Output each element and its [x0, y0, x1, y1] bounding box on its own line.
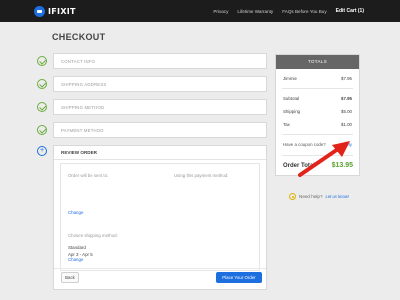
logo-text: IFIXIT — [48, 6, 76, 16]
check-icon — [37, 79, 47, 89]
review-order-header: REVIEW ORDER — [54, 146, 266, 160]
step-label: PAYMENT METHOD — [61, 128, 104, 133]
cart-item-name: Jimmie — [283, 76, 297, 81]
shipping-method-label: Chosen shipping method: — [68, 233, 118, 238]
nav-link-lifetime-warranty[interactable]: Lifetime Warranty — [237, 9, 273, 14]
nav-link-privacy[interactable]: Privacy — [213, 9, 228, 14]
top-navigation-bar: IFIXIT Privacy Lifetime Warranty FAQs Be… — [0, 0, 400, 22]
divider — [282, 134, 353, 135]
step-contact-info[interactable]: CONTACT INFO — [53, 53, 267, 69]
ifixit-logo[interactable]: IFIXIT — [34, 5, 76, 17]
plus-icon: + — [37, 146, 47, 156]
review-order-title: REVIEW ORDER — [61, 150, 97, 155]
subtotal-value: $7.95 — [341, 96, 352, 101]
ifixit-logo-icon — [34, 5, 45, 17]
step-payment-method[interactable]: PAYMENT METHOD — [53, 122, 267, 138]
step-label: CONTACT INFO — [61, 59, 96, 64]
back-button[interactable]: Back — [61, 272, 79, 283]
nav-link-faqs[interactable]: FAQs Before You Buy — [282, 9, 326, 14]
need-help-label: Need help? — [299, 194, 323, 199]
check-icon — [37, 56, 47, 66]
step-shipping-method[interactable]: SHIPPING METHOD — [53, 99, 267, 115]
header-links: Privacy Lifetime Warranty FAQs Before Yo… — [213, 0, 364, 22]
totals-heading: TOTALS — [276, 55, 359, 69]
check-icon — [37, 102, 47, 112]
page-title: CHECKOUT — [52, 32, 106, 42]
payment-method-label: Using this payment method: — [174, 173, 229, 178]
contact-us-link[interactable]: Let us know! — [326, 194, 350, 199]
shipping-cost-value: $5.00 — [341, 109, 352, 114]
change-address-link[interactable]: Change — [68, 210, 83, 215]
place-order-button[interactable]: Place Your Order — [216, 272, 262, 283]
arrow-shaft — [298, 147, 340, 177]
annotation-arrow-icon — [298, 141, 350, 177]
divider — [282, 88, 353, 89]
divider — [54, 268, 266, 269]
ship-to-label: Order will be sent to: — [68, 173, 109, 178]
review-order-panel: REVIEW ORDER Order will be sent to: Usin… — [53, 145, 267, 290]
step-label: SHIPPING ADDRESS — [61, 82, 107, 87]
tax-label: Tax — [283, 122, 290, 127]
tax-value: $1.00 — [341, 122, 352, 127]
change-shipping-link[interactable]: Change — [68, 257, 83, 262]
step-label: SHIPPING METHOD — [61, 105, 105, 110]
subtotal-label: Subtotal — [283, 96, 300, 101]
cart-item-price: $7.95 — [341, 76, 352, 81]
check-icon — [37, 125, 47, 135]
shipping-cost-label: Shipping — [283, 109, 301, 114]
need-help: Need help? Let us know! — [289, 193, 349, 200]
review-order-details: Order will be sent to: Using this paymen… — [60, 163, 260, 271]
lifebuoy-icon — [289, 193, 296, 200]
edit-cart-link[interactable]: Edit Cart (1) — [336, 8, 364, 14]
step-shipping-address[interactable]: SHIPPING ADDRESS — [53, 76, 267, 92]
